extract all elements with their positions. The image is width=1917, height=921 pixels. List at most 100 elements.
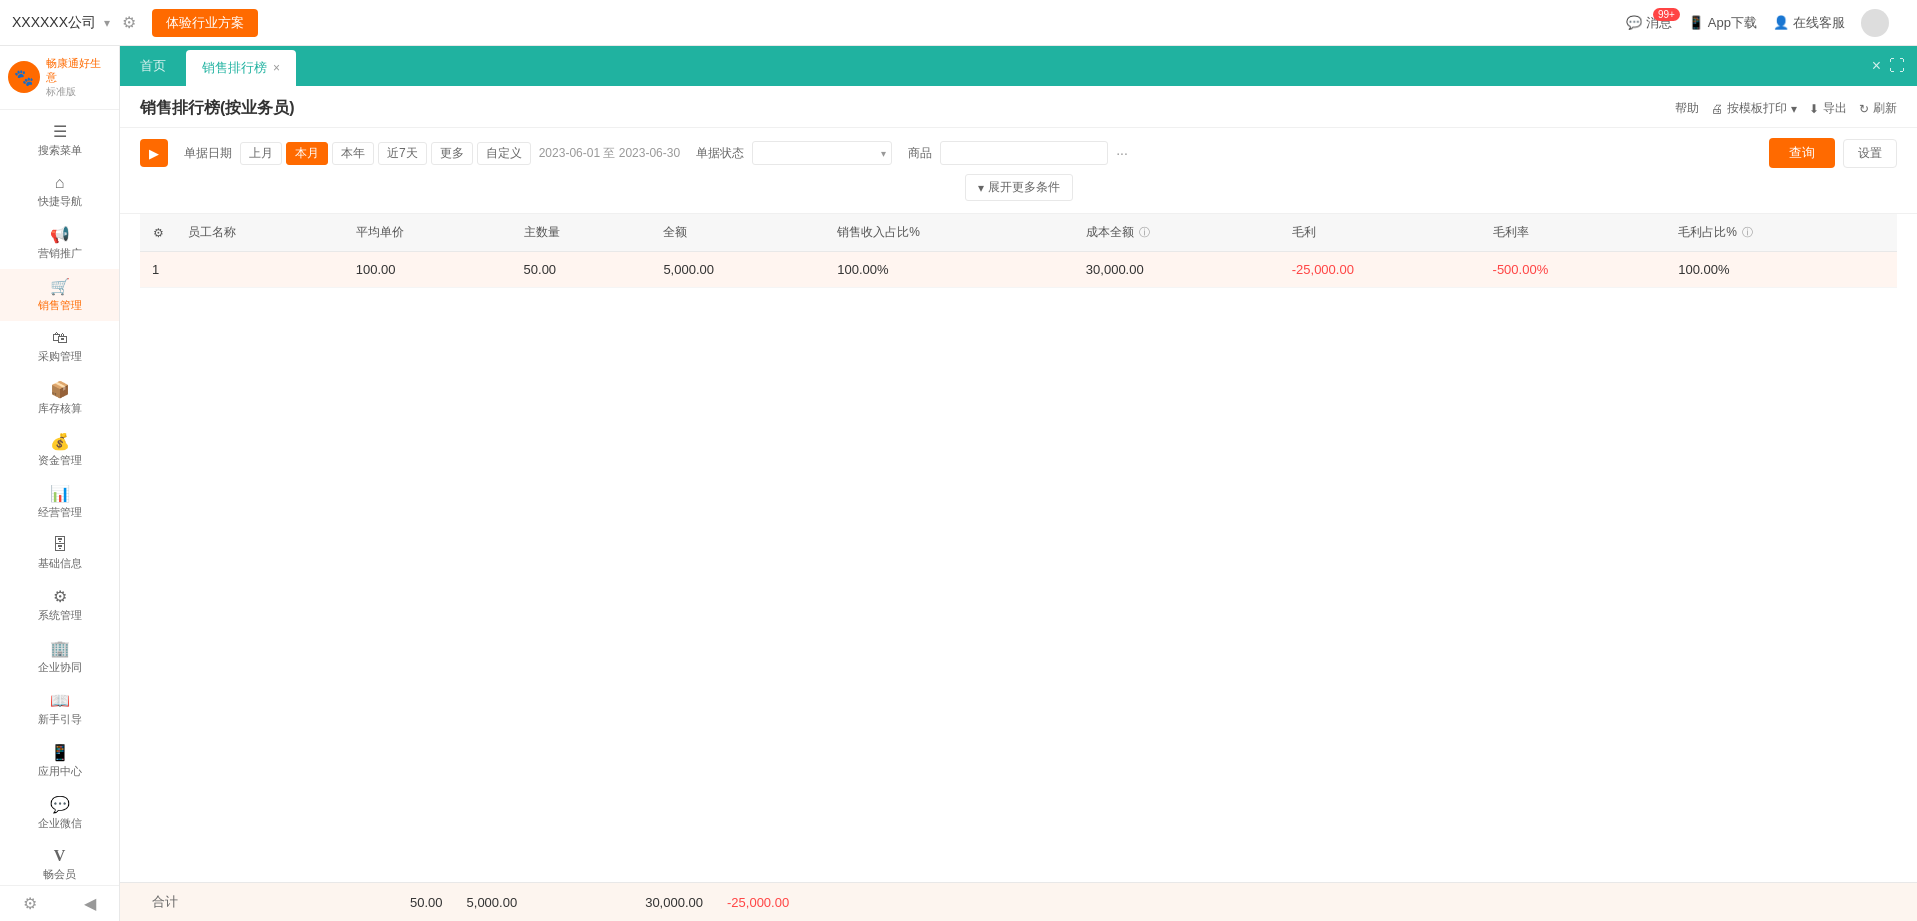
marketing-icon: 📢 (50, 225, 70, 244)
print-dropdown-icon: ▾ (1791, 102, 1797, 116)
col-settings[interactable]: ⚙ (140, 214, 176, 252)
sidebar-label-appstore: 应用中心 (38, 764, 82, 779)
sidebar-item-member[interactable]: V 畅会员 (0, 839, 119, 885)
export-button[interactable]: ⬇ 导出 (1809, 100, 1847, 117)
footer-amount: 5,000.00 (467, 895, 518, 910)
date-btn-last-month[interactable]: 上月 (240, 142, 282, 165)
app-download[interactable]: 📱 App下载 (1688, 14, 1757, 32)
sidebar-label-enterprise: 企业协同 (38, 660, 82, 675)
cell-main-qty: 50.00 (512, 252, 652, 288)
sidebar-item-search[interactable]: ☰ 搜索菜单 (0, 114, 119, 166)
sidebar-item-system[interactable]: ⚙ 系统管理 (0, 579, 119, 631)
app-dl-label: App下载 (1708, 14, 1757, 32)
trial-button[interactable]: 体验行业方案 (152, 9, 258, 37)
status-filter: 单据状态 ▾ (696, 141, 892, 165)
sidebar-item-wechat[interactable]: 💬 企业微信 (0, 787, 119, 839)
sidebar-item-appstore[interactable]: 📱 应用中心 (0, 735, 119, 787)
sidebar-settings-icon[interactable]: ⚙ (23, 894, 37, 913)
sidebar-item-purchase[interactable]: 🛍 采购管理 (0, 321, 119, 372)
refresh-label: 刷新 (1873, 100, 1897, 117)
sidebar-label-purchase: 采购管理 (38, 349, 82, 364)
window-expand-icon[interactable]: ⛶ (1889, 57, 1905, 75)
cell-sales-pct: 100.00% (825, 252, 1074, 288)
date-btn-this-year[interactable]: 本年 (332, 142, 374, 165)
sidebar-label-quick: 快捷导航 (38, 194, 82, 209)
cell-avg-price: 100.00 (344, 252, 512, 288)
goods-input[interactable] (940, 141, 1108, 165)
col-employee: 员工名称 (176, 214, 344, 252)
status-select[interactable] (752, 141, 892, 165)
cell-gross: -25,000.00 (1280, 252, 1481, 288)
company-name[interactable]: XXXXXX公司 (12, 14, 96, 32)
col-gross: 毛利 (1280, 214, 1481, 252)
expand-icon: ▾ (978, 181, 984, 195)
date-range-display: 2023-06-01 至 2023-06-30 (539, 145, 680, 162)
tab-home[interactable]: 首页 (120, 46, 186, 86)
sidebar-label-inventory: 库存核算 (38, 401, 82, 416)
sidebar-item-enterprise[interactable]: 🏢 企业协同 (0, 631, 119, 683)
refresh-button[interactable]: ↻ 刷新 (1859, 100, 1897, 117)
col-main-qty: 主数量 (512, 214, 652, 252)
settings-button[interactable]: 设置 (1843, 139, 1897, 168)
status-filter-label: 单据状态 (696, 145, 744, 162)
user-avatar[interactable] (1861, 9, 1889, 37)
sidebar-label-search: 搜索菜单 (38, 143, 82, 158)
sidebar-item-basic[interactable]: 🗄 基础信息 (0, 528, 119, 579)
data-table: ⚙ 员工名称 平均单价 主数量 全额 销售收入占比% 成本全额 ⓘ 毛利 毛利率 (140, 214, 1897, 288)
service-icon: 👤 (1773, 15, 1789, 30)
data-table-container: ⚙ 员工名称 平均单价 主数量 全额 销售收入占比% 成本全额 ⓘ 毛利 毛利率 (120, 214, 1917, 882)
table-footer: 合计 50.00 5,000.00 30,000.00 -25,000.00 (120, 882, 1917, 921)
cell-gross-rate: -500.00% (1481, 252, 1667, 288)
goods-more-icon[interactable]: ··· (1116, 145, 1128, 161)
gross-pct-info-icon[interactable]: ⓘ (1742, 226, 1753, 238)
print-label: 按模板打印 (1727, 100, 1787, 117)
message-badge: 99+ (1653, 8, 1680, 21)
cell-rank: 1 (140, 252, 176, 288)
tab-sales-ranking[interactable]: 销售排行榜 × (186, 50, 296, 86)
goods-filter: 商品 ··· (908, 141, 1128, 165)
refresh-icon: ↻ (1859, 102, 1869, 116)
message-area[interactable]: 💬 消息 99+ (1626, 14, 1672, 32)
sidebar-item-operations[interactable]: 📊 经营管理 (0, 476, 119, 528)
print-button[interactable]: 🖨 按模板打印 ▾ (1711, 100, 1797, 117)
sidebar-item-finance[interactable]: 💰 资金管理 (0, 424, 119, 476)
date-btn-custom[interactable]: 自定义 (477, 142, 531, 165)
goods-filter-label: 商品 (908, 145, 932, 162)
sidebar-item-guide[interactable]: 📖 新手引导 (0, 683, 119, 735)
help-button[interactable]: 帮助 (1675, 100, 1699, 117)
tab-close-icon[interactable]: × (273, 61, 280, 75)
topbar-settings-icon[interactable]: ⚙ (122, 13, 136, 32)
sales-icon: 🛒 (50, 277, 70, 296)
date-btn-more[interactable]: 更多 (431, 142, 473, 165)
tab-active-label: 销售排行榜 (202, 59, 267, 77)
sidebar-label-wechat: 企业微信 (38, 816, 82, 831)
company-dropdown-icon[interactable]: ▾ (104, 16, 110, 30)
filter-toggle-btn[interactable]: ▶ (140, 139, 168, 167)
sidebar-item-marketing[interactable]: 📢 营销推广 (0, 217, 119, 269)
enterprise-icon: 🏢 (50, 639, 70, 658)
col-amount: 全额 (651, 214, 825, 252)
export-label: 导出 (1823, 100, 1847, 117)
date-btn-7days[interactable]: 近7天 (378, 142, 427, 165)
date-filter: 单据日期 上月 本月 本年 近7天 更多 自定义 2023-06-01 至 20… (184, 142, 680, 165)
sidebar-item-quick[interactable]: ⌂ 快捷导航 (0, 166, 119, 217)
sidebar-label-operations: 经营管理 (38, 505, 82, 520)
date-btn-this-month[interactable]: 本月 (286, 142, 328, 165)
system-icon: ⚙ (53, 587, 67, 606)
sidebar-nav: ☰ 搜索菜单 ⌂ 快捷导航 📢 营销推广 🛒 销售管理 🛍 采购管理 (0, 110, 119, 885)
window-close-icon[interactable]: × (1872, 57, 1881, 75)
expand-more-btn[interactable]: ▾ 展开更多条件 (965, 174, 1073, 201)
sidebar-item-inventory[interactable]: 📦 库存核算 (0, 372, 119, 424)
sidebar-item-sales[interactable]: 🛒 销售管理 (0, 269, 119, 321)
search-icon: ☰ (53, 122, 67, 141)
cost-info-icon[interactable]: ⓘ (1139, 226, 1150, 238)
sidebar-label-sales: 销售管理 (38, 298, 82, 313)
page-title: 销售排行榜(按业务员) (140, 98, 295, 119)
date-filter-label: 单据日期 (184, 145, 232, 162)
basic-icon: 🗄 (52, 536, 68, 554)
query-button[interactable]: 查询 (1769, 138, 1835, 168)
cell-cost: 30,000.00 (1074, 252, 1280, 288)
inventory-icon: 📦 (50, 380, 70, 399)
online-service[interactable]: 👤 在线客服 (1773, 14, 1845, 32)
sidebar-collapse-icon[interactable]: ◀ (84, 894, 96, 913)
